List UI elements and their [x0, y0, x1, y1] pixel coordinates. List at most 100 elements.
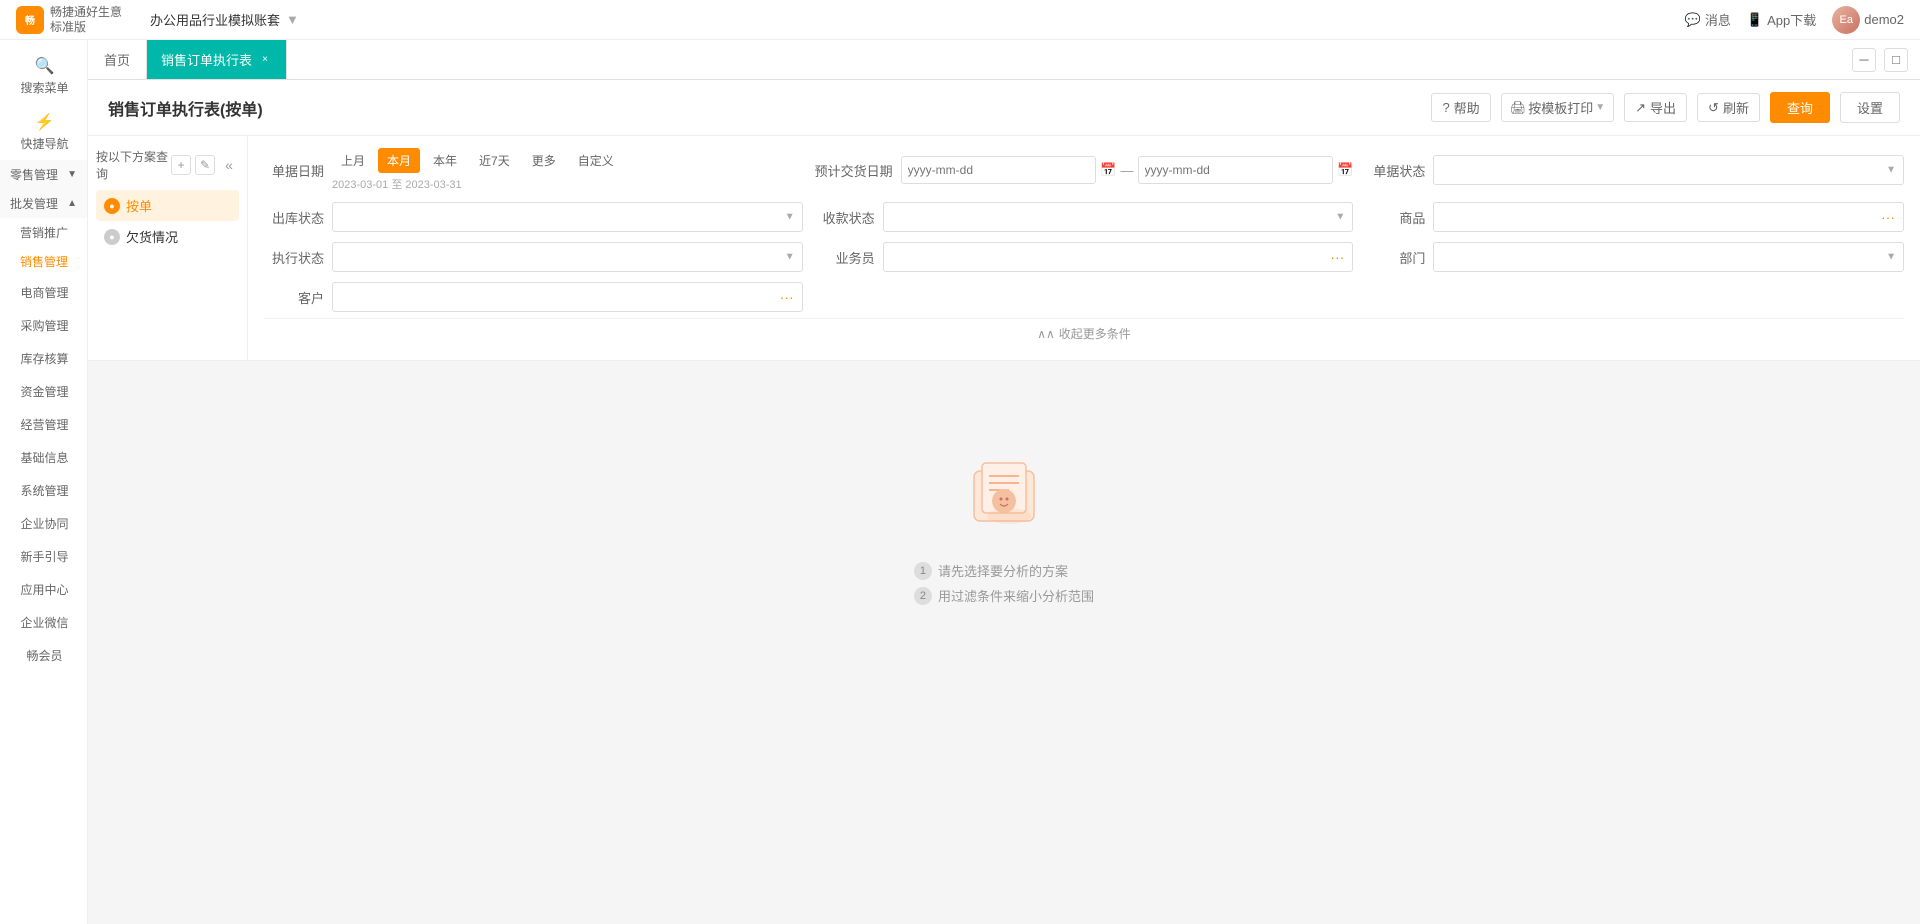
goods-input[interactable]: ···	[1433, 202, 1904, 232]
tab-maximize-button[interactable]: □	[1884, 48, 1908, 72]
print-template-button[interactable]: 🖨 按模板打印 ▼	[1501, 93, 1614, 122]
payment-status-select[interactable]	[883, 202, 1354, 232]
sales-label: 销售管理	[20, 253, 68, 270]
date-tab-last7days[interactable]: 近7天	[470, 148, 519, 173]
outbound-status-select-wrap: ▼	[332, 202, 803, 232]
department-arrow-icon: ▼	[1886, 252, 1896, 263]
tab-close-icon[interactable]: ×	[258, 53, 272, 67]
customer-input[interactable]: ···	[332, 282, 803, 312]
wechat-label: 企业微信	[20, 614, 68, 631]
retail-label: 零售管理	[10, 166, 58, 183]
sidebar-item-label: 搜索菜单	[20, 79, 68, 96]
scheme-add-icon[interactable]: +	[171, 155, 191, 175]
sidebar-item-member[interactable]: 畅会员	[0, 639, 87, 672]
scheme-collapse-icon[interactable]: «	[219, 155, 239, 175]
finance-label: 资金管理	[20, 383, 68, 400]
sidebar-item-basic[interactable]: 基础信息	[0, 441, 87, 474]
exec-status-select[interactable]	[332, 242, 803, 272]
date-tab-thisyear[interactable]: 本年	[424, 148, 466, 173]
filter-field-outbound-status: 出库状态 ▼	[264, 202, 803, 232]
main-layout: 🔍 搜索菜单 ⚡ 快捷导航 零售管理 ▼ 批发管理 ▲ 营销推广 销售管理 电商…	[0, 40, 1920, 924]
date-tab-more[interactable]: 更多	[523, 148, 565, 173]
breadcrumb-text: 办公用品行业模拟账套	[150, 10, 280, 29]
sidebar-item-retail[interactable]: 零售管理 ▼	[0, 160, 87, 189]
scheme-edit-icon[interactable]: ✎	[195, 155, 215, 175]
filter-field-department: 部门 ▼	[1365, 242, 1904, 272]
delivery-date-from[interactable]	[901, 156, 1097, 184]
sidebar-item-wechat[interactable]: 企业微信	[0, 606, 87, 639]
empty-tip-2: 2 用过滤条件来缩小分析范围	[914, 586, 1094, 605]
filter-right: 单据日期 上月 本月 本年 近7天 更多 自定义 20	[248, 136, 1920, 360]
delivery-date-to[interactable]	[1138, 156, 1334, 184]
help-icon: ?	[1442, 100, 1449, 115]
message-button[interactable]: 💬 消息	[1685, 10, 1731, 29]
export-label: 导出	[1650, 98, 1676, 117]
sidebar-item-system[interactable]: 系统管理	[0, 474, 87, 507]
filter-collapse-row: ∧∧ 收起更多条件	[264, 318, 1904, 348]
customer-label: 客户	[264, 288, 324, 307]
basic-label: 基础信息	[20, 449, 68, 466]
date-tab-thismonth[interactable]: 本月	[378, 148, 420, 173]
page-actions: ? 帮助 🖨 按模板打印 ▼ ↗ 导出 ↺ 刷新	[1431, 92, 1900, 123]
sidebar-item-operations[interactable]: 经营管理	[0, 408, 87, 441]
filter-field-bill-status: 单据状态 ▼	[1365, 148, 1904, 192]
sidebar-item-ecommerce[interactable]: 电商管理	[0, 276, 87, 309]
sidebar-item-inventory[interactable]: 库存核算	[0, 342, 87, 375]
payment-status-select-wrap: ▼	[883, 202, 1354, 232]
message-icon: 💬	[1685, 12, 1701, 28]
sidebar-item-apps[interactable]: 应用中心	[0, 573, 87, 606]
page-header: 销售订单执行表(按单) ? 帮助 🖨 按模板打印 ▼ ↗ 导出	[88, 80, 1920, 136]
user-area[interactable]: Ea demo2	[1832, 6, 1904, 34]
top-bar: 畅 畅捷通好生意 标准版 办公用品行业模拟账套 ▼ 💬 消息 📱 App下载 E…	[0, 0, 1920, 40]
calendar-from-icon[interactable]: 📅	[1100, 162, 1116, 178]
sidebar-item-finance[interactable]: 资金管理	[0, 375, 87, 408]
tip-number-1: 1	[914, 562, 932, 580]
tab-sales-order[interactable]: 销售订单执行表 ×	[147, 40, 287, 79]
sidebar-item-newbie[interactable]: 新手引导	[0, 540, 87, 573]
salesperson-dots-icon: ···	[1330, 249, 1344, 265]
purchase-label: 采购管理	[20, 317, 68, 334]
app-download-button[interactable]: 📱 App下载	[1747, 10, 1816, 29]
sidebar-item-wholesale[interactable]: 批发管理 ▲	[0, 189, 87, 218]
scheme-item-shortage[interactable]: ● 欠货情况	[96, 221, 239, 252]
query-button[interactable]: 查询	[1770, 92, 1830, 123]
tab-minimize-button[interactable]: ─	[1852, 48, 1876, 72]
user-name: demo2	[1864, 12, 1904, 27]
department-select[interactable]	[1433, 242, 1904, 272]
refresh-button[interactable]: ↺ 刷新	[1697, 93, 1760, 122]
page-content: 销售订单执行表(按单) ? 帮助 🖨 按模板打印 ▼ ↗ 导出	[88, 80, 1920, 924]
filter-field-goods: 商品 ···	[1365, 202, 1904, 232]
filter-row-4: 客户 ···	[264, 282, 1904, 312]
date-tabs-group: 上月 本月 本年 近7天 更多 自定义	[332, 148, 803, 173]
sidebar-item-marketing[interactable]: 营销推广	[0, 218, 87, 247]
page-title: 销售订单执行表(按单)	[108, 96, 263, 120]
breadcrumb-arrow[interactable]: ▼	[286, 12, 299, 27]
department-label: 部门	[1365, 248, 1425, 267]
salesperson-input[interactable]: ···	[883, 242, 1354, 272]
collapse-filter-button[interactable]: ∧∧ 收起更多条件	[1037, 325, 1131, 342]
settings-button[interactable]: 设置	[1840, 92, 1900, 123]
filter-row-2: 出库状态 ▼ 收款状态 ▼	[264, 202, 1904, 232]
scheme-item-by-order[interactable]: ● 按单	[96, 190, 239, 221]
help-button[interactable]: ? 帮助	[1431, 93, 1490, 122]
date-tab-lastmonth[interactable]: 上月	[332, 148, 374, 173]
sidebar-item-sales[interactable]: 销售管理	[0, 247, 87, 276]
help-label: 帮助	[1454, 98, 1480, 117]
outbound-status-select[interactable]	[332, 202, 803, 232]
sidebar-item-search[interactable]: 🔍 搜索菜单	[0, 48, 87, 104]
sidebar-item-quicknav[interactable]: ⚡ 快捷导航	[0, 104, 87, 160]
bill-status-select[interactable]	[1433, 155, 1904, 185]
sidebar-item-purchase[interactable]: 采购管理	[0, 309, 87, 342]
department-select-wrap: ▼	[1433, 242, 1904, 272]
filter-field-delivery-date: 预计交货日期 📅 — 📅	[815, 148, 1354, 192]
date-tab-custom[interactable]: 自定义	[569, 148, 623, 173]
exec-status-label: 执行状态	[264, 248, 324, 267]
export-button[interactable]: ↗ 导出	[1624, 93, 1687, 122]
payment-status-label: 收款状态	[815, 208, 875, 227]
sidebar-item-enterprise[interactable]: 企业协同	[0, 507, 87, 540]
scheme-dot-active: ●	[104, 198, 120, 214]
tab-home[interactable]: 首页	[88, 40, 147, 79]
search-icon: 🔍	[35, 56, 55, 76]
filter-field-exec-status: 执行状态 ▼	[264, 242, 803, 272]
calendar-to-icon[interactable]: 📅	[1337, 162, 1353, 178]
